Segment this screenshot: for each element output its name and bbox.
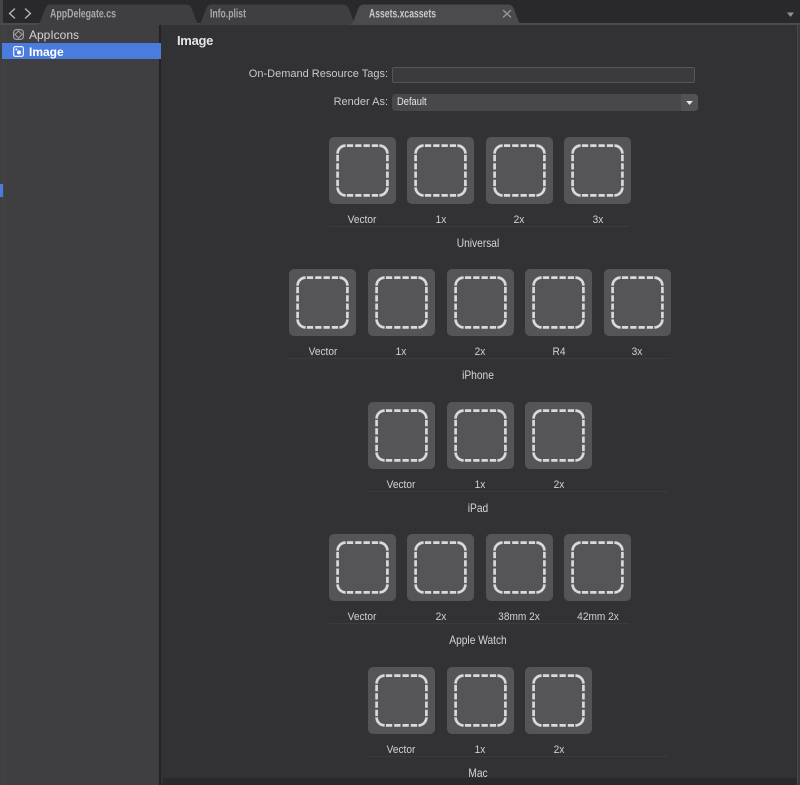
svg-text:AppDelegate.cs: AppDelegate.cs — [50, 9, 116, 21]
svg-text:Assets.xcassets: Assets.xcassets — [369, 9, 436, 21]
svg-text:Info.plist: Info.plist — [210, 9, 246, 21]
